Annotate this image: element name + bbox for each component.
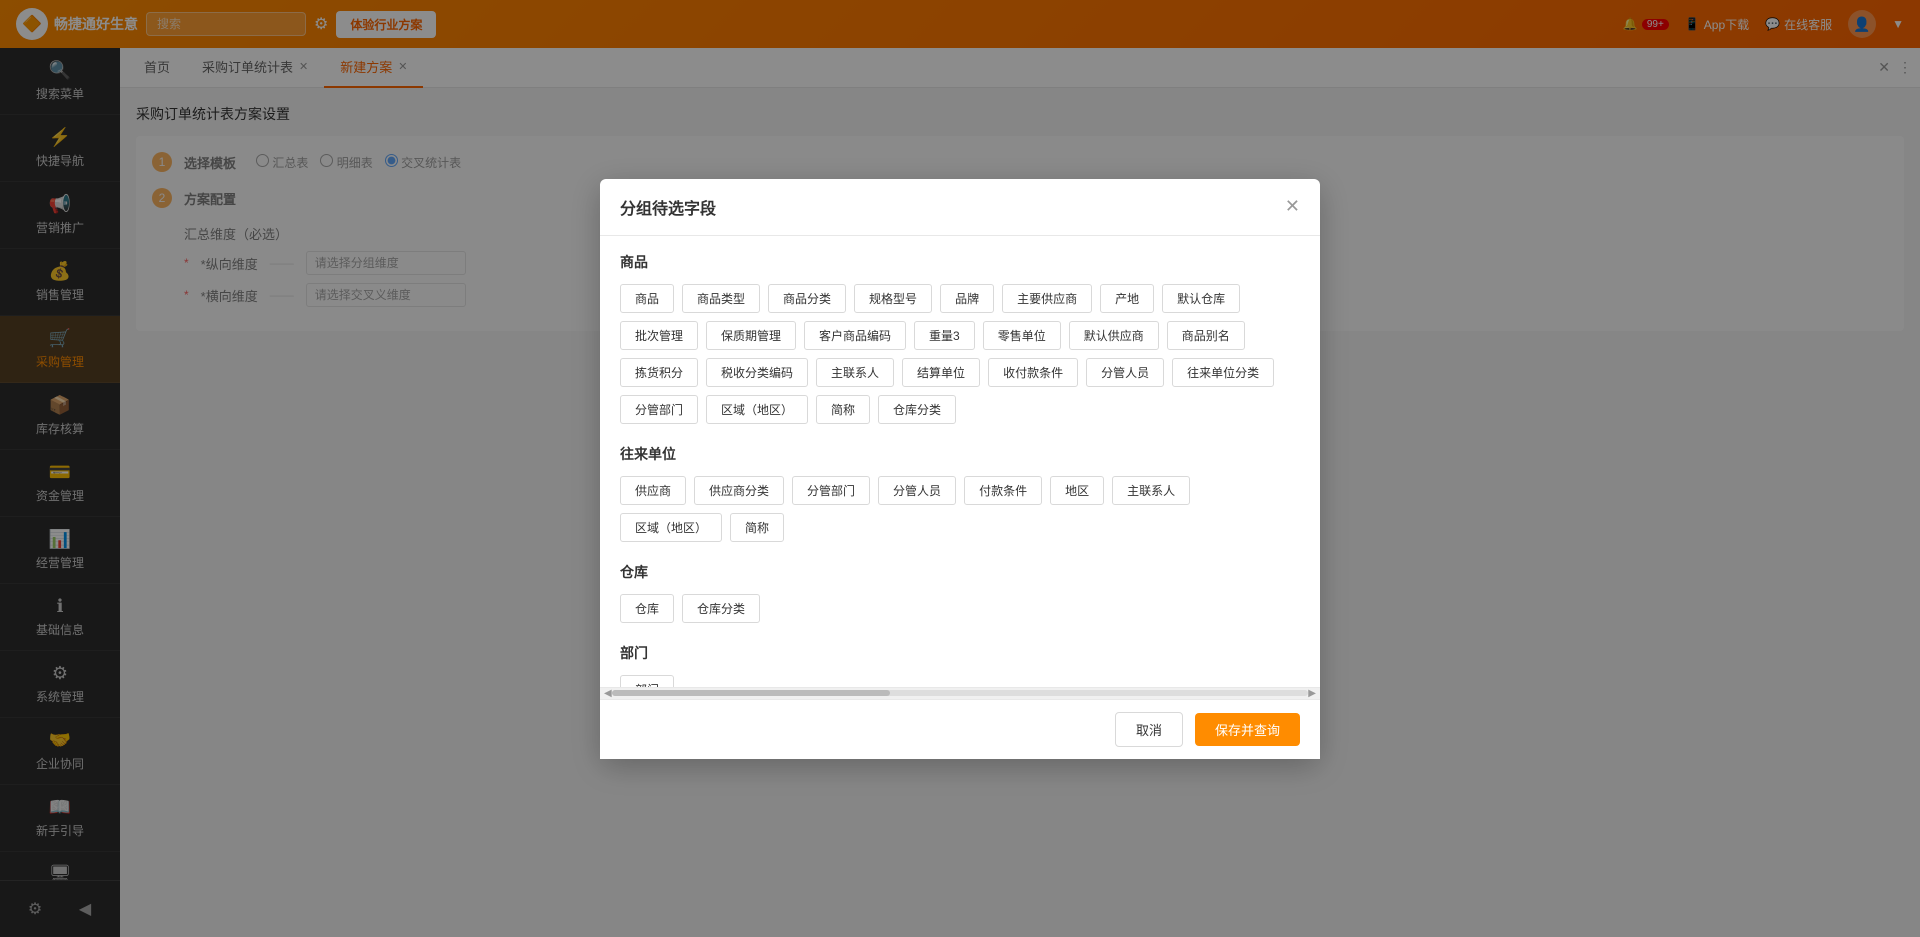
field-tag-分管人员[interactable]: 分管人员 — [1086, 358, 1164, 387]
field-tag-区域（地区）[interactable]: 区域（地区） — [706, 395, 808, 424]
section-title-goods: 商品 — [620, 252, 1300, 272]
field-tag-客户商品编码[interactable]: 客户商品编码 — [804, 321, 906, 350]
field-grid-counterpart: 供应商供应商分类分管部门分管人员付款条件地区主联系人区域（地区） 简称 — [620, 476, 1300, 542]
field-tag-仓库分类[interactable]: 仓库分类 — [682, 594, 760, 623]
field-grid-department: 部门 — [620, 675, 1300, 687]
modal-title: 分组待选字段 — [620, 195, 716, 219]
field-tag-付款条件[interactable]: 付款条件 — [964, 476, 1042, 505]
field-tag-商品分类[interactable]: 商品分类 — [768, 284, 846, 313]
field-tag-分管部门[interactable]: 分管部门 — [620, 395, 698, 424]
field-tag-往来单位分类[interactable]: 往来单位分类 — [1172, 358, 1274, 387]
field-tag-拣货积分[interactable]: 拣货积分 — [620, 358, 698, 387]
modal-footer: 取消 保存并查询 — [600, 699, 1320, 759]
field-tag-默认仓库[interactable]: 默认仓库 — [1162, 284, 1240, 313]
modal-header: 分组待选字段 ✕ — [600, 179, 1320, 236]
field-tag-结算单位[interactable]: 结算单位 — [902, 358, 980, 387]
field-tag-分管部门[interactable]: 分管部门 — [792, 476, 870, 505]
modal-body[interactable]: 商品商品商品类型商品分类规格型号品牌主要供应商产地默认仓库批次管理保质期管理客户… — [600, 236, 1320, 687]
field-tag-规格型号[interactable]: 规格型号 — [854, 284, 932, 313]
field-tag-保质期管理[interactable]: 保质期管理 — [706, 321, 796, 350]
scroll-track — [612, 690, 1309, 696]
section-warehouse: 仓库仓库仓库分类 — [620, 562, 1300, 623]
field-tag-品牌[interactable]: 品牌 — [940, 284, 994, 313]
modal-scroll-bar: ◀ ▶ — [600, 687, 1320, 699]
scroll-thumb — [612, 690, 891, 696]
field-tag-供应商分类[interactable]: 供应商分类 — [694, 476, 784, 505]
field-tag-简称[interactable]: 简称 — [730, 513, 784, 542]
field-tag-税收分类编码[interactable]: 税收分类编码 — [706, 358, 808, 387]
field-tag-收付款条件[interactable]: 收付款条件 — [988, 358, 1078, 387]
field-tag-区域（地区）[interactable]: 区域（地区） — [620, 513, 722, 542]
field-tag-仓库[interactable]: 仓库 — [620, 594, 674, 623]
field-tag-分管人员[interactable]: 分管人员 — [878, 476, 956, 505]
field-tag-商品类型[interactable]: 商品类型 — [682, 284, 760, 313]
scroll-right-icon[interactable]: ▶ — [1308, 688, 1316, 699]
field-grid-warehouse: 仓库仓库分类 — [620, 594, 1300, 623]
field-tag-地区[interactable]: 地区 — [1050, 476, 1104, 505]
field-tag-商品别名[interactable]: 商品别名 — [1167, 321, 1245, 350]
section-goods: 商品商品商品类型商品分类规格型号品牌主要供应商产地默认仓库批次管理保质期管理客户… — [620, 252, 1300, 424]
section-title-department: 部门 — [620, 643, 1300, 663]
field-tag-零售单位[interactable]: 零售单位 — [983, 321, 1061, 350]
field-tag-仓库分类[interactable]: 仓库分类 — [878, 395, 956, 424]
section-title-counterpart: 往来单位 — [620, 444, 1300, 464]
modal-close-btn[interactable]: ✕ — [1285, 196, 1300, 217]
modal-dialog: 分组待选字段 ✕ 商品商品商品类型商品分类规格型号品牌主要供应商产地默认仓库批次… — [600, 179, 1320, 759]
field-tag-产地[interactable]: 产地 — [1100, 284, 1154, 313]
scroll-left-icon[interactable]: ◀ — [604, 688, 612, 699]
field-grid-goods: 商品商品类型商品分类规格型号品牌主要供应商产地默认仓库批次管理保质期管理客户商品… — [620, 284, 1300, 424]
field-tag-商品[interactable]: 商品 — [620, 284, 674, 313]
field-tag-简称[interactable]: 简称 — [816, 395, 870, 424]
modal-overlay: 分组待选字段 ✕ 商品商品商品类型商品分类规格型号品牌主要供应商产地默认仓库批次… — [0, 0, 1920, 937]
field-tag-主联系人[interactable]: 主联系人 — [816, 358, 894, 387]
modal-confirm-btn[interactable]: 保存并查询 — [1195, 713, 1300, 746]
field-tag-批次管理[interactable]: 批次管理 — [620, 321, 698, 350]
field-tag-主要供应商[interactable]: 主要供应商 — [1002, 284, 1092, 313]
section-counterpart: 往来单位供应商供应商分类分管部门分管人员付款条件地区主联系人区域（地区） 简称 — [620, 444, 1300, 542]
field-tag-部门[interactable]: 部门 — [620, 675, 674, 687]
section-department: 部门部门 — [620, 643, 1300, 687]
field-tag-重量3[interactable]: 重量3 — [914, 321, 975, 350]
field-tag-默认供应商[interactable]: 默认供应商 — [1069, 321, 1159, 350]
modal-cancel-btn[interactable]: 取消 — [1115, 712, 1183, 747]
field-tag-主联系人[interactable]: 主联系人 — [1112, 476, 1190, 505]
field-tag-供应商[interactable]: 供应商 — [620, 476, 686, 505]
section-title-warehouse: 仓库 — [620, 562, 1300, 582]
